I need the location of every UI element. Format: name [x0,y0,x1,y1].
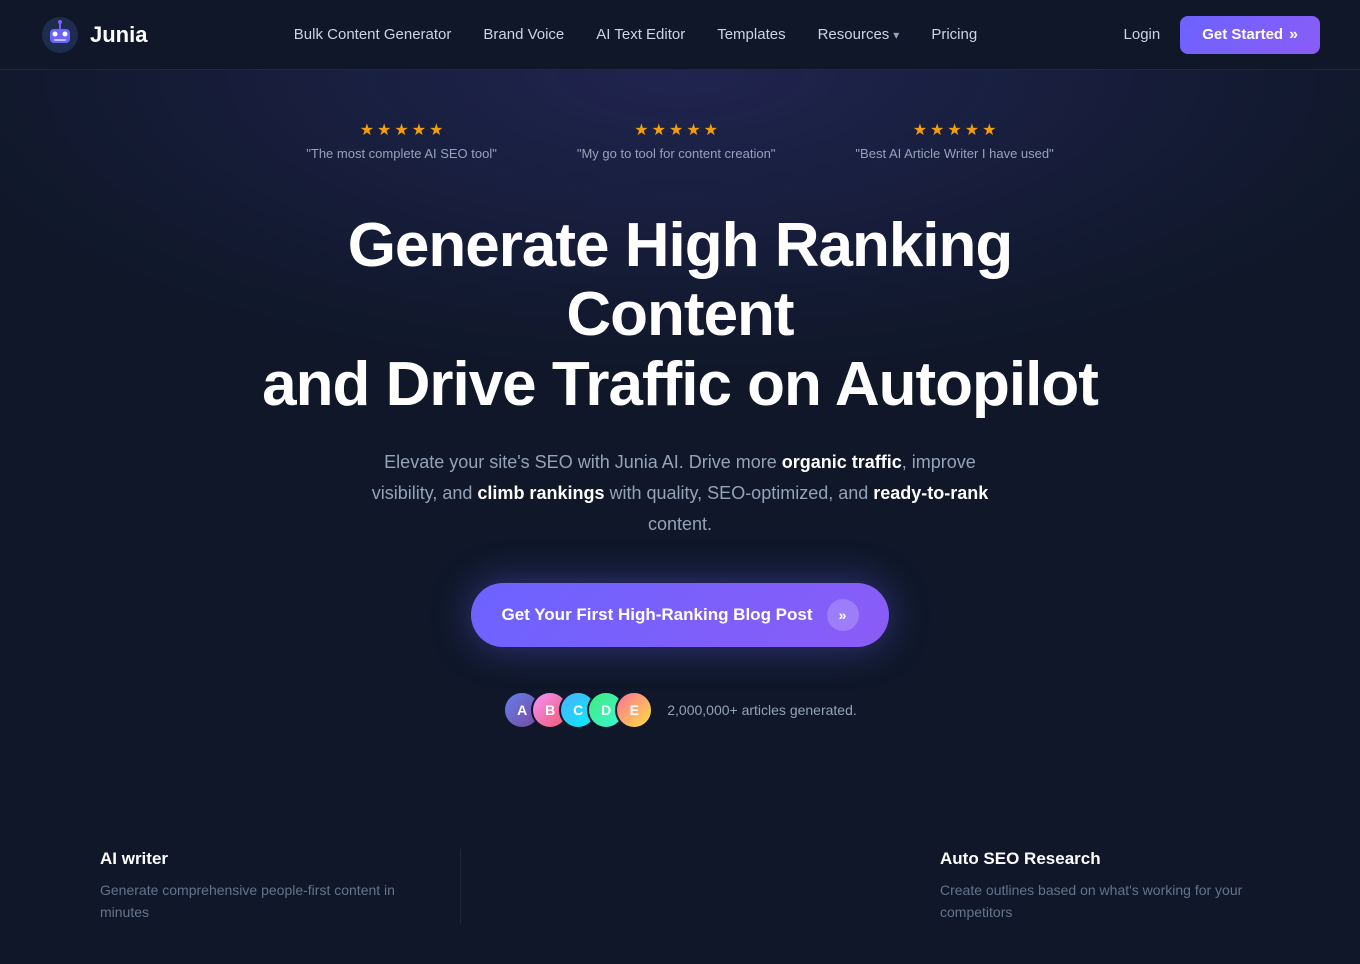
login-button[interactable]: Login [1124,26,1161,43]
feature-desc-seo-research: Create outlines based on what's working … [940,879,1260,924]
nav-pricing[interactable]: Pricing [931,26,977,43]
chevron-down-icon: ▾ [893,28,899,42]
review-item-2: ★ ★ ★ ★ ★ "My go to tool for content cre… [577,120,776,161]
star-icon: ★ [429,120,443,140]
navbar: Junia Bulk Content Generator Brand Voice… [0,0,1360,70]
social-proof: A B C D E 2,000,000+ articles generated. [503,691,857,729]
hero-subtext: Elevate your site's SEO with Junia AI. D… [350,447,1010,539]
star-icon: ★ [412,120,426,140]
nav-brand-voice[interactable]: Brand Voice [483,26,564,43]
star-icon: ★ [982,120,996,140]
star-icon: ★ [360,120,374,140]
features-section: AI writer Generate comprehensive people-… [0,789,1360,964]
logo-link[interactable]: Junia [40,15,147,55]
star-icon: ★ [394,120,408,140]
avatar: E [615,691,653,729]
social-count-text: 2,000,000+ articles generated. [667,702,857,718]
reviews-row: ★ ★ ★ ★ ★ "The most complete AI SEO tool… [306,120,1053,161]
hero-section: ★ ★ ★ ★ ★ "The most complete AI SEO tool… [0,70,1360,789]
star-icon: ★ [947,120,961,140]
stars-2: ★ ★ ★ ★ ★ [634,120,718,140]
cta-wrapper: Get Your First High-Ranking Blog Post » [471,583,888,647]
hero-headline: Generate High Ranking Content and Drive … [250,211,1110,419]
star-icon: ★ [913,120,927,140]
nav-ai-text-editor[interactable]: AI Text Editor [596,26,685,43]
feature-card-ai-writer: AI writer Generate comprehensive people-… [100,849,420,924]
avatars-group: A B C D E [503,691,653,729]
get-started-button[interactable]: Get Started » [1180,16,1320,54]
stars-1: ★ ★ ★ ★ ★ [360,120,444,140]
cta-arrows-icon: » [827,599,859,631]
star-icon: ★ [652,120,666,140]
star-icon: ★ [634,120,648,140]
stars-3: ★ ★ ★ ★ ★ [913,120,997,140]
features-divider [460,849,461,924]
star-icon: ★ [965,120,979,140]
review-item-3: ★ ★ ★ ★ ★ "Best AI Article Writer I have… [855,120,1053,161]
nav-bulk-content[interactable]: Bulk Content Generator [294,26,452,43]
review-text-1: "The most complete AI SEO tool" [306,146,497,161]
review-text-2: "My go to tool for content creation" [577,146,776,161]
star-icon: ★ [669,120,683,140]
feature-card-seo-research: Auto SEO Research Create outlines based … [940,849,1260,924]
nav-actions: Login Get Started » [1124,16,1320,54]
nav-resources[interactable]: Resources ▾ [818,26,900,43]
star-icon: ★ [377,120,391,140]
cta-button[interactable]: Get Your First High-Ranking Blog Post » [471,583,888,647]
star-icon: ★ [704,120,718,140]
feature-title-seo-research: Auto SEO Research [940,849,1260,869]
review-item-1: ★ ★ ★ ★ ★ "The most complete AI SEO tool… [306,120,497,161]
logo-icon [40,15,80,55]
nav-links: Bulk Content Generator Brand Voice AI Te… [294,26,977,44]
nav-templates[interactable]: Templates [717,26,785,43]
feature-desc-ai-writer: Generate comprehensive people-first cont… [100,879,420,924]
star-icon: ★ [686,120,700,140]
feature-title-ai-writer: AI writer [100,849,420,869]
logo-text: Junia [90,22,147,48]
review-text-3: "Best AI Article Writer I have used" [855,146,1053,161]
star-icon: ★ [930,120,944,140]
arrows-icon: » [1289,26,1298,44]
